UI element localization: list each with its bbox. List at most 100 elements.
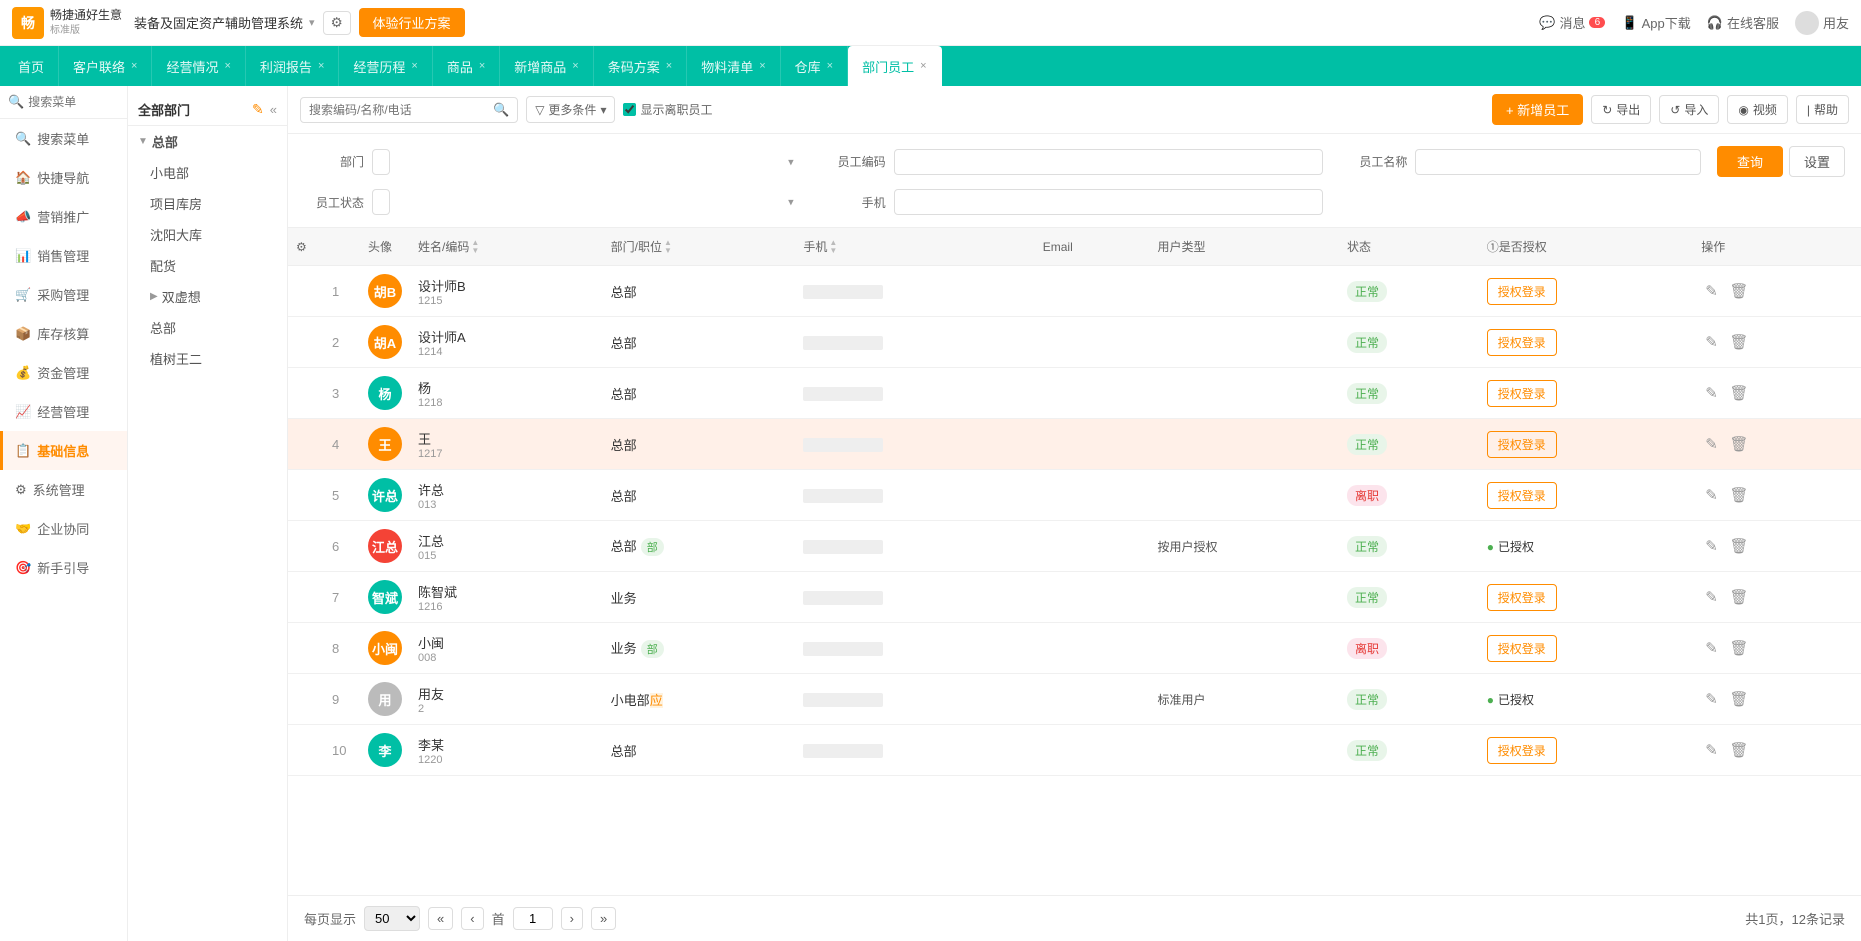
- sidebar-item-营销推广[interactable]: 📣营销推广: [0, 197, 127, 236]
- tab-close-icon[interactable]: ×: [827, 60, 833, 72]
- dept-item-zongbu-parent[interactable]: ▼ 总部: [128, 126, 287, 157]
- dept-item-xiangmukufang[interactable]: 项目库房: [128, 188, 287, 219]
- tab-close-icon[interactable]: ×: [572, 60, 578, 72]
- dept-item-peihuo[interactable]: 配货: [128, 250, 287, 281]
- last-page-button[interactable]: »: [591, 907, 616, 930]
- th-phone[interactable]: 手机 ▲▼: [795, 228, 1034, 266]
- first-page-button[interactable]: «: [428, 907, 453, 930]
- delete-button[interactable]: 🗑: [1725, 280, 1752, 302]
- delete-button[interactable]: 🗑: [1725, 484, 1752, 506]
- tab-close-icon[interactable]: ×: [318, 60, 324, 72]
- th-dept[interactable]: 部门/职位 ▲▼: [603, 228, 796, 266]
- tab-close-icon[interactable]: ×: [131, 60, 137, 72]
- dept-item-zongbu-child[interactable]: 总部: [128, 312, 287, 343]
- nav-tab-首页[interactable]: 首页: [4, 46, 59, 86]
- edit-button[interactable]: ✎: [1701, 280, 1722, 302]
- auth-login-button[interactable]: 授权登录: [1487, 431, 1557, 458]
- phone-input[interactable]: [894, 189, 1324, 215]
- edit-button[interactable]: ✎: [1701, 739, 1722, 761]
- delete-button[interactable]: 🗑: [1725, 433, 1752, 455]
- sidebar-item-库存核算[interactable]: 📦库存核算: [0, 314, 127, 353]
- filter-more-btn[interactable]: ▽ 更多条件 ▾: [526, 96, 615, 123]
- page-size-select[interactable]: 50 20 100: [364, 906, 420, 931]
- msg-item[interactable]: 💬 消息 6: [1539, 13, 1605, 32]
- edit-button[interactable]: ✎: [1701, 382, 1722, 404]
- delete-button[interactable]: 🗑: [1725, 382, 1752, 404]
- empcode-input[interactable]: [894, 149, 1324, 175]
- reset-button[interactable]: 设置: [1789, 146, 1845, 177]
- gear-button[interactable]: ⚙: [323, 11, 351, 35]
- sidebar-item-基础信息[interactable]: 📋基础信息: [0, 431, 127, 470]
- empname-input[interactable]: [1415, 149, 1701, 175]
- edit-button[interactable]: ✎: [1701, 433, 1722, 455]
- tab-close-icon[interactable]: ×: [759, 60, 765, 72]
- nav-tab-条码方案[interactable]: 条码方案×: [594, 46, 687, 86]
- tab-close-icon[interactable]: ×: [479, 60, 485, 72]
- sidebar-item-搜索菜单[interactable]: 🔍搜索菜单: [0, 119, 127, 158]
- dept-select[interactable]: [372, 149, 390, 175]
- th-settings[interactable]: ⚙: [288, 228, 324, 266]
- dept-item-shuangxuxiang[interactable]: ▶ 双虚想: [128, 281, 287, 312]
- auth-login-button[interactable]: 授权登录: [1487, 329, 1557, 356]
- dept-edit-icon[interactable]: ✎: [252, 101, 264, 118]
- view-button[interactable]: ◉ 视频: [1727, 95, 1788, 124]
- sys-dropdown-arrow[interactable]: ▾: [309, 16, 315, 29]
- current-page-input[interactable]: [513, 907, 553, 930]
- sidebar-item-快捷导航[interactable]: 🏠快捷导航: [0, 158, 127, 197]
- nav-tab-物料清单[interactable]: 物料清单×: [687, 46, 780, 86]
- show-resign-checkbox-wrap[interactable]: 显示离职员工: [623, 101, 712, 118]
- import-button[interactable]: ↺ 导入: [1659, 95, 1719, 124]
- next-page-button[interactable]: ›: [561, 907, 583, 930]
- auth-login-button[interactable]: 授权登录: [1487, 584, 1557, 611]
- dept-sort[interactable]: 部门/职位 ▲▼: [611, 238, 672, 255]
- add-employee-button[interactable]: + 新增员工: [1492, 94, 1583, 125]
- trial-button[interactable]: 体验行业方案: [359, 8, 465, 37]
- delete-button[interactable]: 🗑: [1725, 637, 1752, 659]
- sidebar-item-企业协同[interactable]: 🤝企业协同: [0, 509, 127, 548]
- sidebar-item-经营管理[interactable]: 📈经营管理: [0, 392, 127, 431]
- dept-item-shenyangdaku[interactable]: 沈阳大库: [128, 219, 287, 250]
- sidebar-item-系统管理[interactable]: ⚙系统管理: [0, 470, 127, 509]
- edit-button[interactable]: ✎: [1701, 331, 1722, 353]
- tab-close-icon[interactable]: ×: [224, 60, 230, 72]
- delete-button[interactable]: 🗑: [1725, 535, 1752, 557]
- app-download-item[interactable]: 📱 App下载: [1621, 13, 1690, 32]
- dept-item-xiaodianbu[interactable]: 小电部: [128, 157, 287, 188]
- delete-button[interactable]: 🗑: [1725, 688, 1752, 710]
- delete-button[interactable]: 🗑: [1725, 586, 1752, 608]
- user-item[interactable]: 用友: [1795, 11, 1849, 35]
- edit-button[interactable]: ✎: [1701, 484, 1722, 506]
- edit-button[interactable]: ✎: [1701, 637, 1722, 659]
- nav-tab-仓库[interactable]: 仓库×: [781, 46, 848, 86]
- prev-page-button[interactable]: ‹: [461, 907, 483, 930]
- auth-login-button[interactable]: 授权登录: [1487, 635, 1557, 662]
- edit-button[interactable]: ✎: [1701, 688, 1722, 710]
- tab-close-icon[interactable]: ×: [411, 60, 417, 72]
- export-button[interactable]: ↻ 导出: [1591, 95, 1651, 124]
- delete-button[interactable]: 🗑: [1725, 331, 1752, 353]
- edit-button[interactable]: ✎: [1701, 535, 1722, 557]
- sidebar-item-销售管理[interactable]: 📊销售管理: [0, 236, 127, 275]
- status-select[interactable]: [372, 189, 390, 215]
- help-button[interactable]: | 帮助: [1796, 95, 1849, 124]
- delete-button[interactable]: 🗑: [1725, 739, 1752, 761]
- auth-login-button[interactable]: 授权登录: [1487, 278, 1557, 305]
- auth-login-button[interactable]: 授权登录: [1487, 380, 1557, 407]
- tab-close-icon[interactable]: ×: [666, 60, 672, 72]
- filter-search-input[interactable]: [309, 103, 489, 117]
- dept-item-zhishu[interactable]: 植树王二: [128, 343, 287, 374]
- nav-tab-利润报告[interactable]: 利润报告×: [246, 46, 339, 86]
- edit-button[interactable]: ✎: [1701, 586, 1722, 608]
- nav-tab-新增商品[interactable]: 新增商品×: [500, 46, 593, 86]
- tab-close-icon[interactable]: ×: [920, 60, 926, 72]
- nav-tab-经营情况[interactable]: 经营情况×: [152, 46, 245, 86]
- nav-tab-部门员工[interactable]: 部门员工×: [848, 46, 941, 86]
- service-item[interactable]: 🎧 在线客服: [1707, 13, 1779, 32]
- show-resign-checkbox[interactable]: [623, 103, 636, 116]
- dept-collapse-icon[interactable]: «: [270, 102, 277, 117]
- nav-tab-客户联络[interactable]: 客户联络×: [59, 46, 152, 86]
- sidebar-item-新手引导[interactable]: 🎯新手引导: [0, 548, 127, 587]
- auth-login-button[interactable]: 授权登录: [1487, 737, 1557, 764]
- nav-tab-商品[interactable]: 商品×: [433, 46, 500, 86]
- query-button[interactable]: 查询: [1717, 146, 1783, 177]
